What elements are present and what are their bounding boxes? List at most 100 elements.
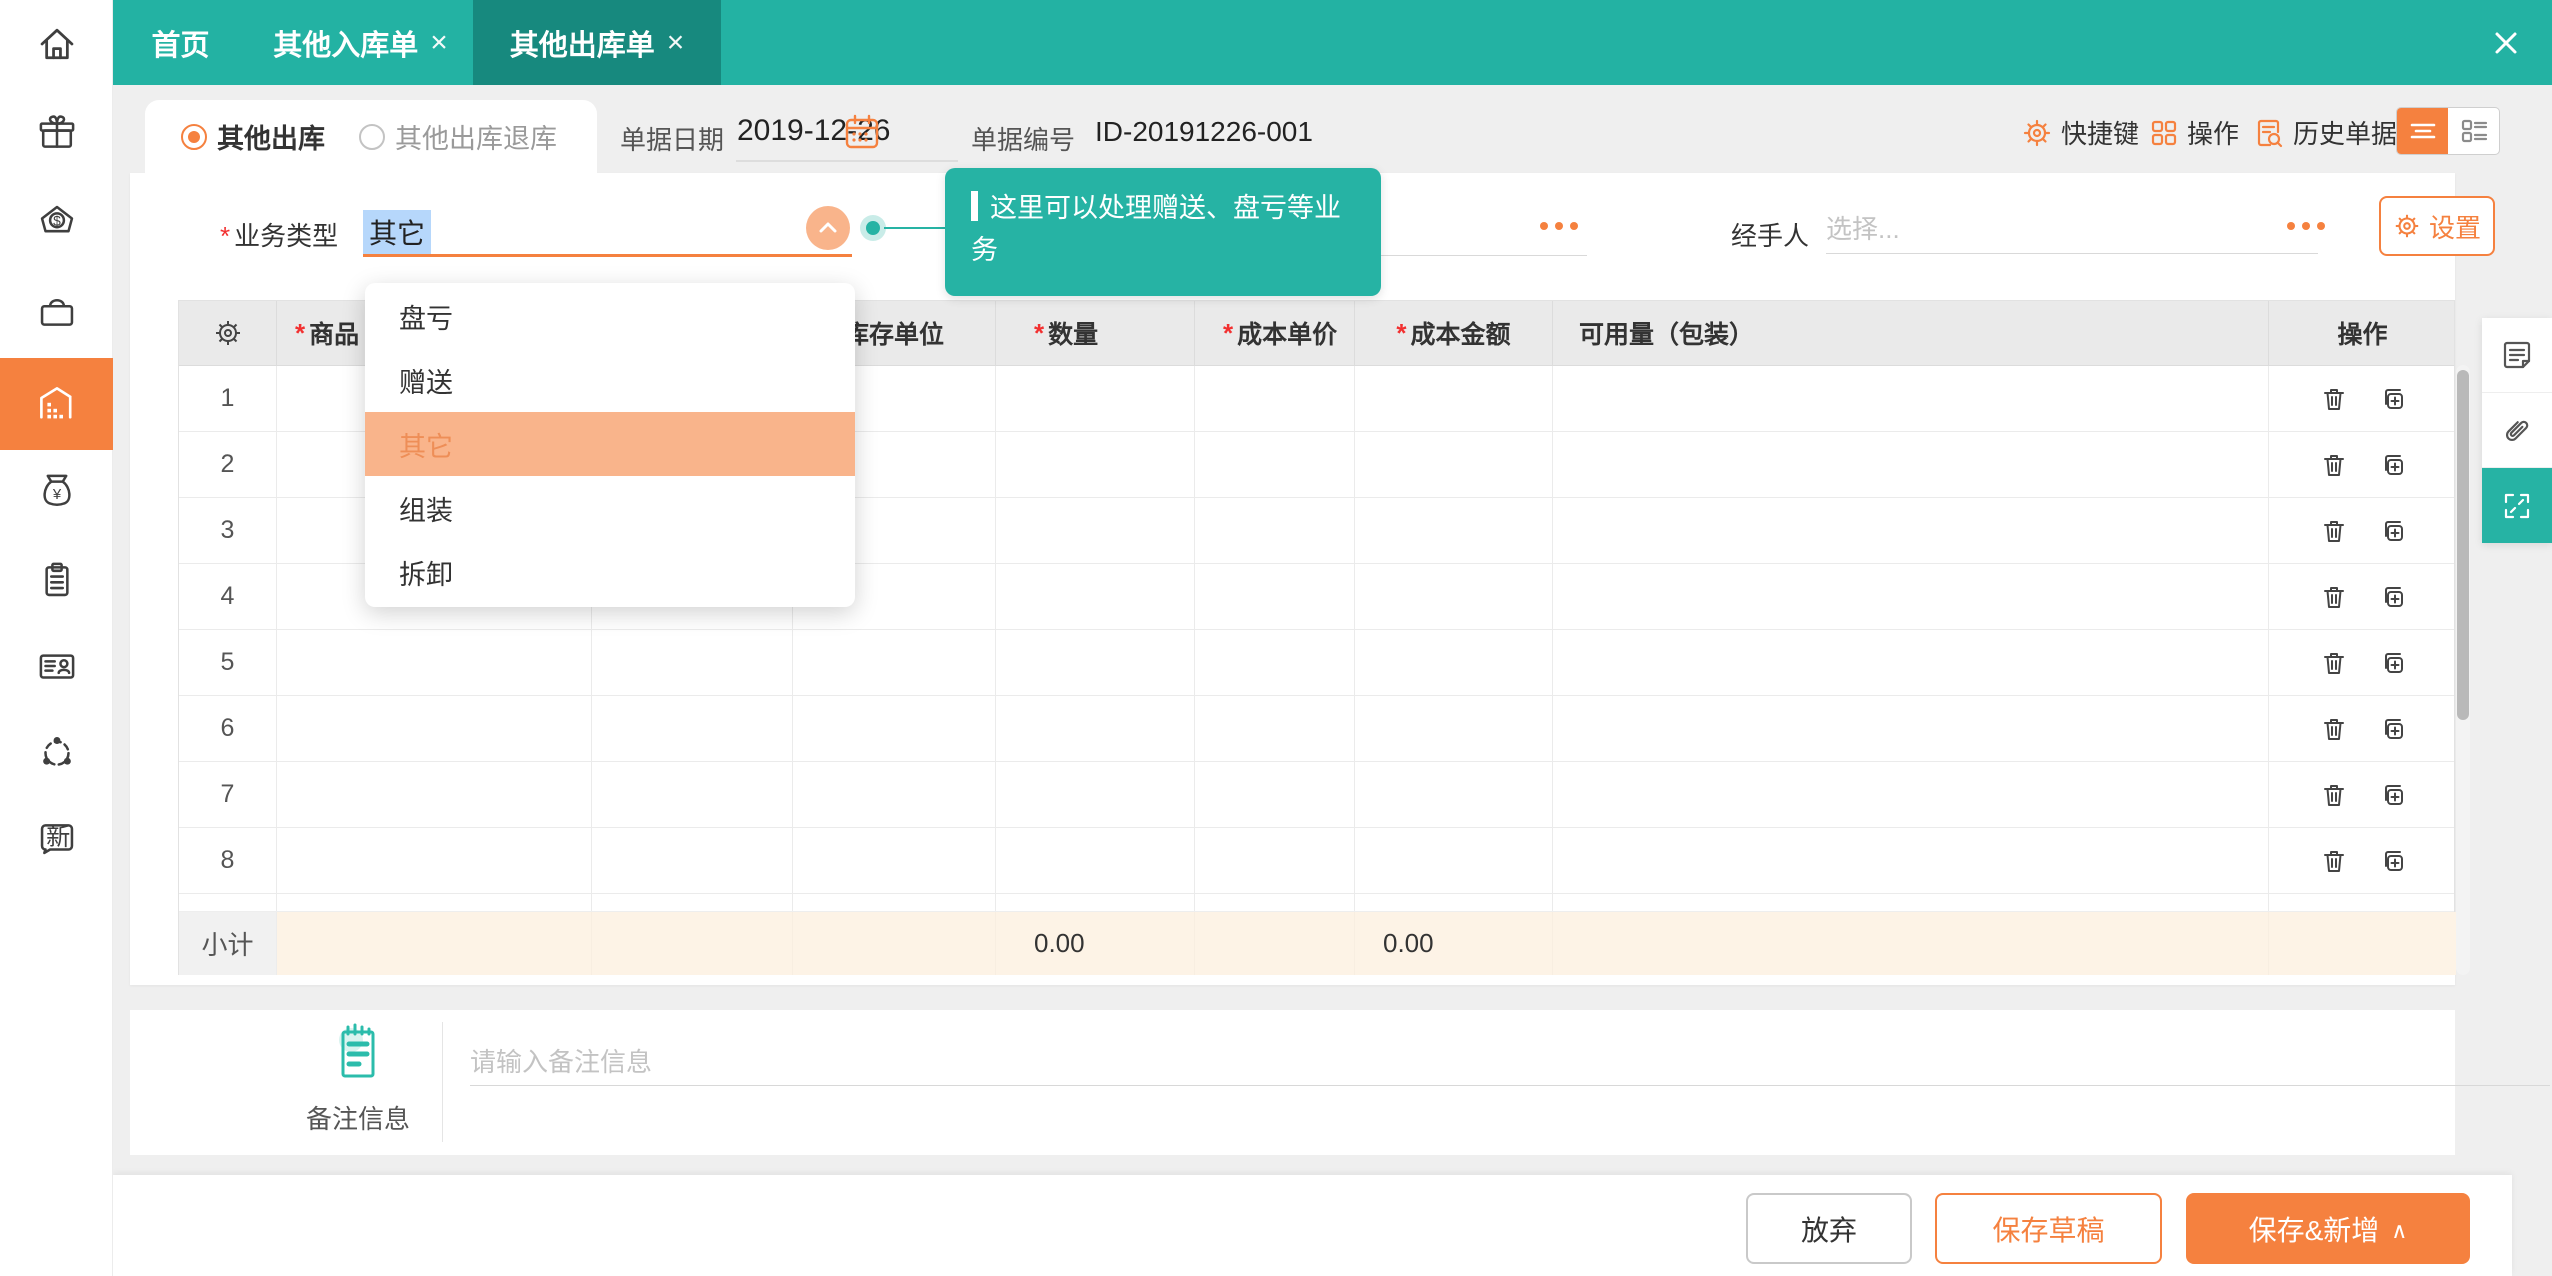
radio-other-outbound-return[interactable]: 其他出库退库: [359, 117, 557, 156]
dropdown-option-selected[interactable]: 其它: [365, 412, 855, 476]
history-button[interactable]: 历史单据: [2254, 114, 2397, 151]
cell-cost-price[interactable]: [1195, 498, 1355, 564]
cell-qty[interactable]: [996, 564, 1195, 630]
delete-row-icon[interactable]: [2320, 781, 2348, 809]
view-toggle-list[interactable]: [2397, 108, 2448, 154]
cell-product[interactable]: [277, 828, 592, 894]
cell-hidden[interactable]: [592, 630, 793, 696]
delete-row-icon[interactable]: [2320, 649, 2348, 677]
cell-qty[interactable]: [996, 894, 1195, 911]
cell-product[interactable]: [277, 762, 592, 828]
cell-cost-amount[interactable]: [1355, 432, 1553, 498]
sidebar-home-button[interactable]: [0, 14, 113, 74]
delete-row-icon[interactable]: [2320, 715, 2348, 743]
col-cost-price[interactable]: * 成本单价: [1195, 301, 1355, 365]
cell-unit[interactable]: [793, 696, 996, 762]
duplicate-row-icon[interactable]: [2378, 517, 2406, 545]
tab-close-icon[interactable]: ×: [667, 26, 685, 60]
biz-type-value[interactable]: 其它: [363, 210, 432, 254]
cell-hidden[interactable]: [592, 762, 793, 828]
delete-row-icon[interactable]: [2320, 583, 2348, 611]
duplicate-row-icon[interactable]: [2378, 847, 2406, 875]
tab-home[interactable]: 首页: [113, 0, 248, 85]
delete-row-icon[interactable]: [2320, 385, 2348, 413]
sidebar-item-funds[interactable]: ¥: [0, 448, 113, 536]
cell-qty[interactable]: [996, 696, 1195, 762]
cell-qty[interactable]: [996, 366, 1195, 432]
cell-cost-price[interactable]: [1195, 564, 1355, 630]
cell-product[interactable]: [277, 894, 592, 911]
calendar-icon[interactable]: [843, 112, 881, 152]
scrollbar-thumb[interactable]: [2457, 370, 2469, 720]
sidebar-item-warehouse[interactable]: [0, 358, 113, 450]
cell-cost-amount[interactable]: [1355, 366, 1553, 432]
remark-input[interactable]: [470, 1040, 2550, 1086]
delete-row-icon[interactable]: [2320, 451, 2348, 479]
cell-product[interactable]: [277, 630, 592, 696]
cell-unit[interactable]: [793, 630, 996, 696]
cell-hidden[interactable]: [592, 894, 793, 911]
cell-cost-price[interactable]: [1195, 366, 1355, 432]
cell-qty[interactable]: [996, 630, 1195, 696]
cell-cost-amount[interactable]: [1355, 498, 1553, 564]
cell-qty[interactable]: [996, 762, 1195, 828]
note-tool-button[interactable]: [2482, 318, 2552, 393]
cell-cost-price[interactable]: [1195, 762, 1355, 828]
handler-input[interactable]: [1826, 206, 2318, 254]
cell-cost-amount[interactable]: [1355, 630, 1553, 696]
sidebar-item-integrations[interactable]: [0, 708, 113, 796]
operations-button[interactable]: 操作: [2150, 114, 2239, 151]
cell-hidden[interactable]: [592, 828, 793, 894]
dropdown-option[interactable]: 盘亏: [365, 284, 855, 348]
more-options-icon[interactable]: [1540, 222, 1578, 230]
dropdown-option[interactable]: 组装: [365, 476, 855, 540]
delete-row-icon[interactable]: [2320, 847, 2348, 875]
cell-cost-price[interactable]: [1195, 432, 1355, 498]
save-draft-button[interactable]: 保存草稿: [1935, 1193, 2162, 1264]
cell-cost-price[interactable]: [1195, 696, 1355, 762]
tab-other-outbound[interactable]: 其他出库单 ×: [473, 0, 721, 85]
cell-cost-price[interactable]: [1195, 894, 1355, 911]
window-close-button[interactable]: [2474, 0, 2538, 85]
cancel-button[interactable]: 放弃: [1746, 1193, 1912, 1264]
column-settings-button[interactable]: [179, 301, 277, 365]
shortcut-button[interactable]: 快捷键: [2022, 114, 2139, 151]
cell-qty[interactable]: [996, 432, 1195, 498]
duplicate-row-icon[interactable]: [2378, 385, 2406, 413]
sidebar-item-sales[interactable]: $: [0, 178, 113, 266]
sidebar-item-reports[interactable]: [0, 536, 113, 624]
delete-row-icon[interactable]: [2320, 517, 2348, 545]
duplicate-row-icon[interactable]: [2378, 781, 2406, 809]
duplicate-row-icon[interactable]: [2378, 583, 2406, 611]
cell-cost-price[interactable]: [1195, 828, 1355, 894]
dropdown-option[interactable]: 拆卸: [365, 540, 855, 604]
settings-button[interactable]: 设置: [2379, 196, 2495, 256]
sidebar-item-contacts[interactable]: [0, 622, 113, 710]
sidebar-item-gift[interactable]: [0, 90, 113, 178]
cell-cost-price[interactable]: [1195, 630, 1355, 696]
dropdown-option[interactable]: 赠送: [365, 348, 855, 412]
expand-tool-button[interactable]: [2482, 468, 2552, 543]
tab-close-icon[interactable]: ×: [430, 26, 448, 60]
view-toggle-card[interactable]: [2448, 108, 2499, 154]
duplicate-row-icon[interactable]: [2378, 451, 2406, 479]
cell-product[interactable]: [277, 696, 592, 762]
cell-cost-amount[interactable]: [1355, 894, 1553, 911]
handler-more-options-icon[interactable]: [2287, 222, 2325, 230]
cell-cost-amount[interactable]: [1355, 564, 1553, 630]
sidebar-item-purchase[interactable]: [0, 268, 113, 356]
cell-cost-amount[interactable]: [1355, 696, 1553, 762]
sidebar-item-new[interactable]: 新: [0, 794, 113, 882]
col-cost-amount[interactable]: * 成本金额: [1355, 301, 1553, 365]
cell-unit[interactable]: [793, 828, 996, 894]
cell-cost-amount[interactable]: [1355, 828, 1553, 894]
tab-other-inbound[interactable]: 其他入库单 ×: [248, 0, 473, 85]
cell-unit[interactable]: [793, 894, 996, 911]
attachment-tool-button[interactable]: [2482, 393, 2552, 468]
cell-unit[interactable]: [793, 762, 996, 828]
col-qty[interactable]: * 数量: [996, 301, 1195, 365]
cell-qty[interactable]: [996, 498, 1195, 564]
duplicate-row-icon[interactable]: [2378, 715, 2406, 743]
cell-hidden[interactable]: [592, 696, 793, 762]
cell-cost-amount[interactable]: [1355, 762, 1553, 828]
